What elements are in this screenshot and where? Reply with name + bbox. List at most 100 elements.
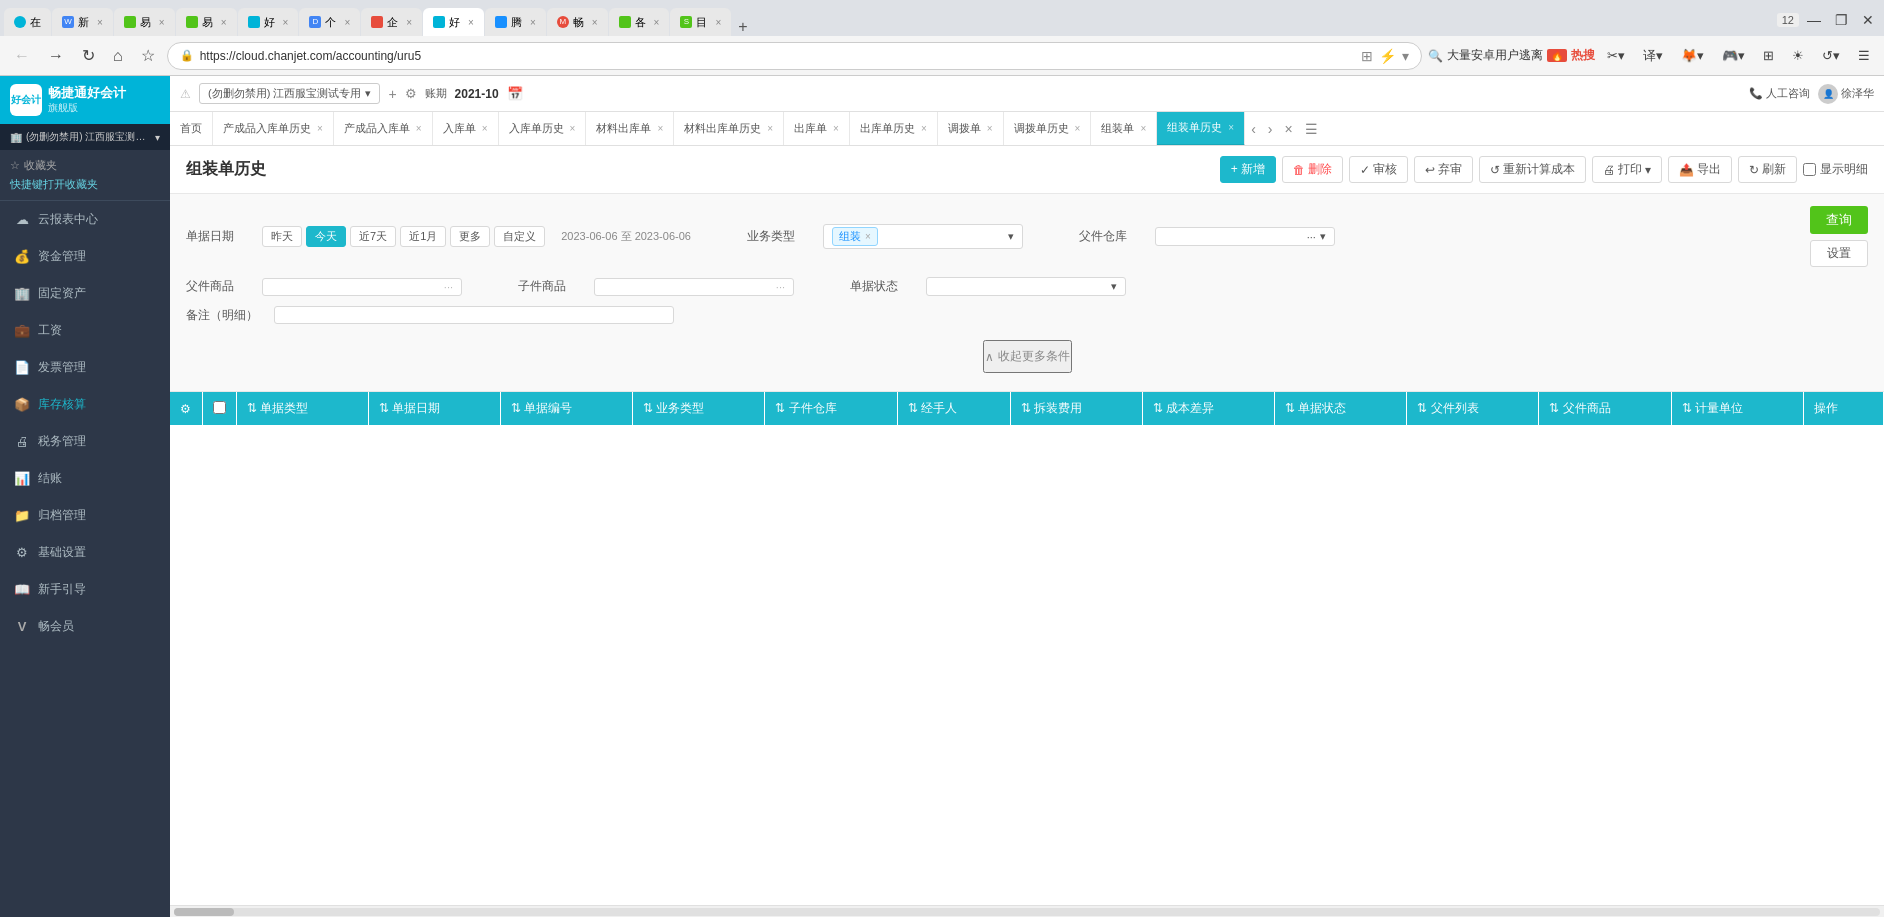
browser-tab-7[interactable]: 企 × <box>361 8 422 36</box>
settings-gear-button[interactable]: ⚙ <box>405 86 417 101</box>
back-button[interactable]: ← <box>8 43 36 69</box>
th-cost-diff[interactable]: ⇅ 成本差异 <box>1142 392 1274 425</box>
recalculate-button[interactable]: ↺ 重新计算成本 <box>1479 156 1586 183</box>
home-button[interactable]: ⌂ <box>107 43 129 69</box>
close-tab-material-out-history[interactable]: × <box>767 123 773 134</box>
sun-btn[interactable]: ☀ <box>1786 46 1810 65</box>
th-parent-list[interactable]: ⇅ 父件列表 <box>1407 392 1539 425</box>
browser-tab-12[interactable]: S 目 × <box>670 8 731 36</box>
scroll-bar[interactable] <box>170 905 1884 917</box>
page-tab-stock-out-history[interactable]: 出库单历史 × <box>850 112 938 146</box>
th-unit[interactable]: ⇅ 计量单位 <box>1671 392 1803 425</box>
th-checkbox[interactable] <box>202 392 236 425</box>
translate-btn[interactable]: 译▾ <box>1637 45 1669 67</box>
grid-btn[interactable]: ⊞ <box>1757 46 1780 65</box>
page-tab-finished-goods-in-history[interactable]: 产成品入库单历史 × <box>213 112 334 146</box>
sidebar-item-funds[interactable]: 💰 资金管理 <box>0 238 170 275</box>
close-tab-stock-out[interactable]: × <box>833 123 839 134</box>
bookmark-button[interactable]: ☆ <box>135 42 161 69</box>
tab-prev-button[interactable]: ‹ <box>1245 121 1262 137</box>
browser-tab-1[interactable]: 在 <box>4 8 51 36</box>
sidebar-item-inventory[interactable]: 📦 库存核算 <box>0 386 170 423</box>
browser-tab-10[interactable]: M 畅 × <box>547 8 608 36</box>
reload-button[interactable]: ↻ <box>76 42 101 69</box>
browser-tab-9[interactable]: 腾 × <box>485 8 546 36</box>
th-handler[interactable]: ⇅ 经手人 <box>897 392 1010 425</box>
sidebar-item-invoice[interactable]: 📄 发票管理 <box>0 349 170 386</box>
scroll-thumb[interactable] <box>174 908 234 916</box>
browser-tab-11[interactable]: 各 × <box>609 8 670 36</box>
scroll-track[interactable] <box>174 908 1880 916</box>
print-button[interactable]: 🖨 打印 ▾ <box>1592 156 1662 183</box>
address-bar[interactable]: 🔒 https://cloud.chanjet.com/accounting/u… <box>167 42 1422 70</box>
close-tab-material-out[interactable]: × <box>657 123 663 134</box>
delete-button[interactable]: 🗑 删除 <box>1282 156 1343 183</box>
collapse-button[interactable]: ∧ 收起更多条件 <box>983 340 1072 373</box>
close-button[interactable]: ✕ <box>1856 8 1880 32</box>
select-all-checkbox[interactable] <box>213 401 226 414</box>
calendar-button[interactable]: 📅 <box>507 86 523 101</box>
company-section[interactable]: 🏢 (勿删勿禁用) 江西服宝测试专用 ▾ <box>0 124 170 150</box>
th-bill-type[interactable]: ⇅ 单据类型 <box>236 392 368 425</box>
last1month-btn[interactable]: 近1月 <box>400 226 446 247</box>
forward-button[interactable]: → <box>42 43 70 69</box>
page-tab-assembly[interactable]: 组装单 × <box>1091 112 1157 146</box>
sidebar-header[interactable]: 好会计 畅捷通好会计 旗舰版 <box>0 76 170 124</box>
fox-btn[interactable]: 🦊▾ <box>1675 46 1710 65</box>
minimize-button[interactable]: — <box>1801 8 1827 32</box>
yesterday-btn[interactable]: 昨天 <box>262 226 302 247</box>
add-company-button[interactable]: + <box>388 86 396 102</box>
close-tab-transfer-history[interactable]: × <box>1075 123 1081 134</box>
more-date-btn[interactable]: 更多 <box>450 226 490 247</box>
th-bill-no[interactable]: ⇅ 单据编号 <box>500 392 632 425</box>
favorites-link[interactable]: 快捷键打开收藏夹 <box>10 177 160 192</box>
game-btn[interactable]: 🎮▾ <box>1716 46 1751 65</box>
th-bill-date[interactable]: ⇅ 单据日期 <box>368 392 500 425</box>
page-tab-material-out-history[interactable]: 材料出库单历史 × <box>674 112 784 146</box>
menu-btn[interactable]: ☰ <box>1852 46 1876 65</box>
sidebar-item-guide[interactable]: 📖 新手引导 <box>0 571 170 608</box>
add-button[interactable]: + 新增 <box>1220 156 1276 183</box>
filter-settings-button[interactable]: 设置 <box>1810 240 1868 267</box>
user-menu-button[interactable]: 👤 徐泽华 <box>1818 84 1874 104</box>
close-tab-assembly[interactable]: × <box>1140 123 1146 134</box>
page-tab-transfer-history[interactable]: 调拨单历史 × <box>1004 112 1092 146</box>
sidebar-item-membership[interactable]: V 畅会员 <box>0 608 170 645</box>
close-tab-stock-out-history[interactable]: × <box>921 123 927 134</box>
browser-tab-3[interactable]: 易 × <box>114 8 175 36</box>
close-tab-finished-goods-in[interactable]: × <box>416 123 422 134</box>
browser-tab-5[interactable]: 好 × <box>238 8 299 36</box>
page-tab-material-out[interactable]: 材料出库单 × <box>586 112 674 146</box>
remark-input[interactable] <box>274 306 674 324</box>
th-parent-goods[interactable]: ⇅ 父件商品 <box>1539 392 1671 425</box>
sidebar-item-accounts[interactable]: 📊 结账 <box>0 460 170 497</box>
maximize-button[interactable]: ❐ <box>1829 8 1854 32</box>
page-tab-stock-out[interactable]: 出库单 × <box>784 112 850 146</box>
th-disassembly-fee[interactable]: ⇅ 拆装费用 <box>1010 392 1142 425</box>
today-btn[interactable]: 今天 <box>306 226 346 247</box>
sidebar-item-settings[interactable]: ⚙ 基础设置 <box>0 534 170 571</box>
th-biz-type[interactable]: ⇅ 业务类型 <box>633 392 765 425</box>
parent-warehouse-select[interactable]: ··· ▾ <box>1155 227 1335 246</box>
page-tab-stock-in[interactable]: 入库单 × <box>433 112 499 146</box>
bill-status-select[interactable]: ▾ <box>926 277 1126 296</box>
parent-goods-input[interactable]: ··· <box>262 278 462 296</box>
close-tab-transfer[interactable]: × <box>987 123 993 134</box>
company-select[interactable]: (勿删勿禁用) 江西服宝测试专用 ▾ <box>199 83 380 104</box>
browser-tab-8[interactable]: 好 × <box>423 8 484 36</box>
close-tab-stock-in-history[interactable]: × <box>570 123 576 134</box>
audit-button[interactable]: ✓ 审核 <box>1349 156 1408 183</box>
tab-next-button[interactable]: › <box>1262 121 1279 137</box>
close-tab-assembly-history[interactable]: × <box>1228 122 1234 133</box>
browser-tab-4[interactable]: 易 × <box>176 8 237 36</box>
biz-type-select[interactable]: 组装 × ▾ <box>823 224 1023 249</box>
new-tab-button[interactable]: + <box>732 18 753 36</box>
page-tab-home[interactable]: 首页 <box>170 112 213 146</box>
child-goods-input[interactable]: ··· <box>594 278 794 296</box>
browser-tab-6[interactable]: D 个 × <box>299 8 360 36</box>
custom-date-btn[interactable]: 自定义 <box>494 226 545 247</box>
page-tab-stock-in-history[interactable]: 入库单历史 × <box>499 112 587 146</box>
th-child-warehouse[interactable]: ⇅ 子件仓库 <box>765 392 897 425</box>
show-detail-checkbox[interactable] <box>1803 163 1816 176</box>
query-button[interactable]: 查询 <box>1810 206 1868 234</box>
